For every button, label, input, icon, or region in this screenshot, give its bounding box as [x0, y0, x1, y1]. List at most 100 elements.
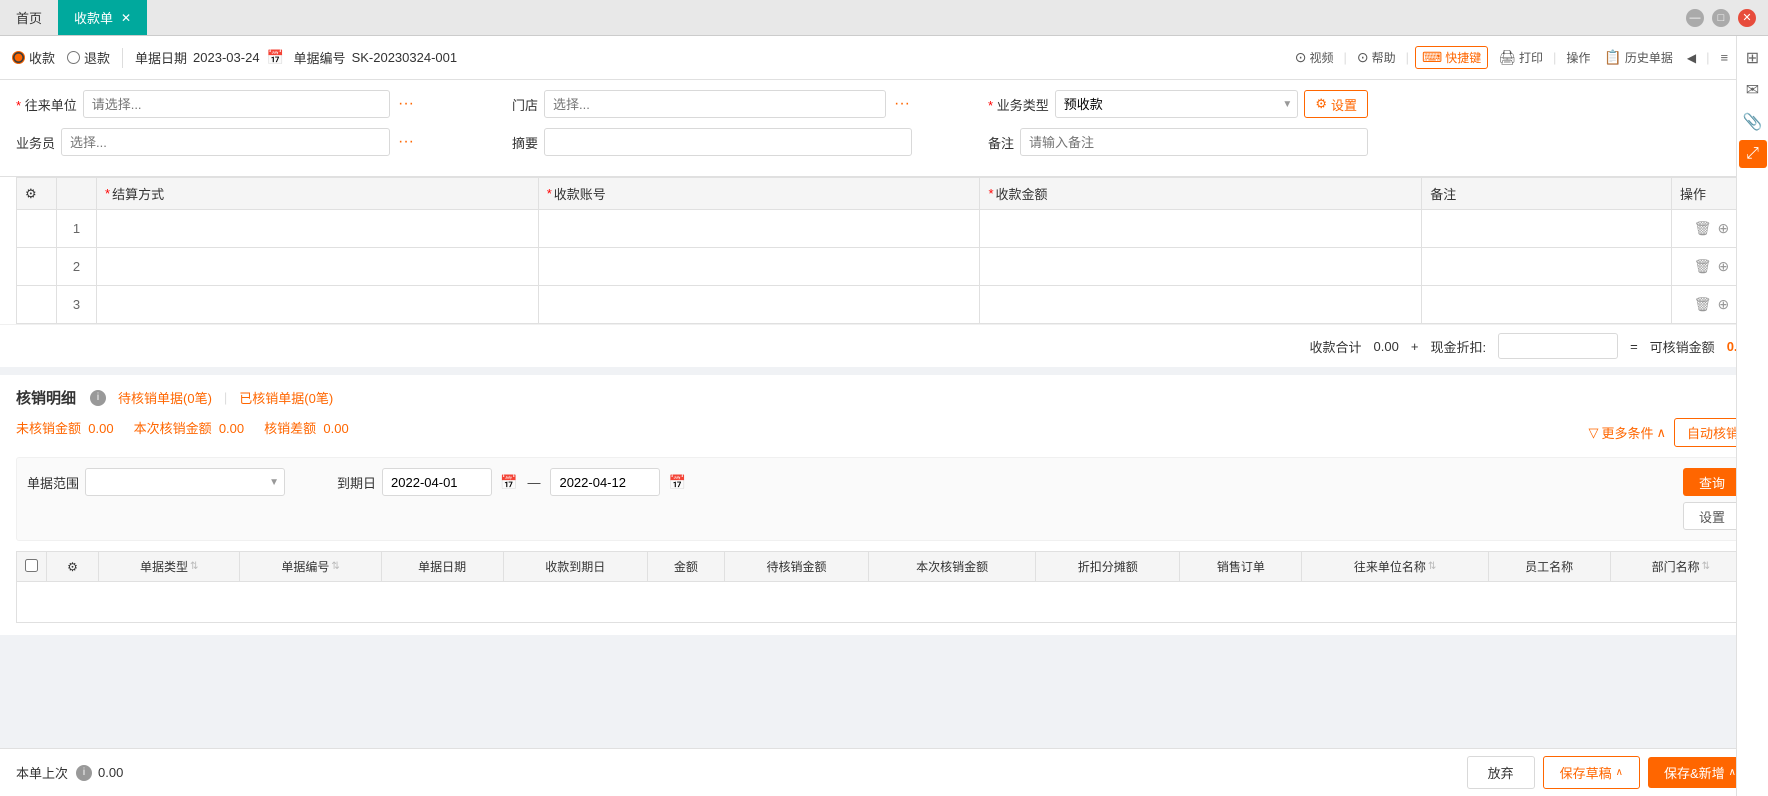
- tab-receipt[interactable]: 收款单 ✕: [58, 0, 147, 35]
- shop-input[interactable]: [544, 90, 886, 118]
- sort-icon-doc-num[interactable]: ⇅: [331, 561, 339, 572]
- video-button[interactable]: ⊙ 视频: [1291, 47, 1338, 68]
- select-all-checkbox[interactable]: [25, 559, 38, 572]
- copy-icon[interactable]: ⊕: [1718, 296, 1730, 313]
- tab-home[interactable]: 首页: [0, 0, 58, 35]
- shortcut-button[interactable]: ⌨ 快捷键: [1415, 46, 1488, 69]
- sidebar-mail-icon[interactable]: ✉: [1739, 76, 1767, 104]
- tab-close-icon[interactable]: ✕: [121, 11, 131, 25]
- settings-button[interactable]: ⚙ 设置: [1304, 90, 1368, 118]
- sidebar-attachment-icon[interactable]: 📎: [1739, 108, 1767, 136]
- col-doc-num: 单据编号⇅: [240, 552, 381, 582]
- verify-filter-row: 单据范围 ▼ 到期日 📅 — 📅: [27, 468, 1667, 496]
- sort-icon-dept[interactable]: ⇅: [1702, 561, 1710, 572]
- sep1: |: [1343, 50, 1346, 65]
- filter-settings-button[interactable]: 设置: [1683, 502, 1741, 530]
- list-view-button[interactable]: ≡: [1716, 48, 1734, 67]
- gear-icon: ⚙: [1315, 96, 1327, 112]
- video-icon: ⊙: [1295, 49, 1307, 66]
- calendar-to-icon[interactable]: 📅: [668, 474, 685, 491]
- amount-cell[interactable]: [980, 286, 1422, 324]
- operation-button[interactable]: 操作: [1562, 47, 1594, 68]
- row-num-cell: 2: [57, 248, 97, 286]
- settings-icon: ⚙: [25, 186, 37, 201]
- footer-info-icon[interactable]: i: [76, 765, 92, 781]
- bottom-table-container: ⚙ 单据类型⇅ 单据编号⇅ 单据日期 收款到期日 金额: [16, 551, 1752, 623]
- verify-title: 核销明细: [16, 387, 76, 408]
- amount-cell[interactable]: [980, 210, 1422, 248]
- table-row: 3 🗑 ⊕: [17, 286, 1752, 324]
- col-settings-bottom[interactable]: ⚙: [47, 552, 99, 582]
- sort-icon-counterpart[interactable]: ⇅: [1428, 561, 1436, 572]
- minimize-button[interactable]: —: [1686, 9, 1704, 27]
- col-due-date: 收款到期日: [503, 552, 647, 582]
- total-value: 0.00: [1374, 339, 1399, 354]
- tab-bar: 首页 收款单 ✕ — □ ✕: [0, 0, 1768, 36]
- window-close-button[interactable]: ✕: [1738, 9, 1756, 27]
- range-select[interactable]: [85, 468, 285, 496]
- print-button[interactable]: 🖨 打印: [1494, 47, 1547, 68]
- save-draft-button[interactable]: 保存草稿 ∧: [1543, 756, 1640, 789]
- note-input[interactable]: [1020, 128, 1368, 156]
- due-date-field: 到期日 📅 — 📅: [337, 468, 686, 496]
- more-conditions-button[interactable]: ▽ 更多条件 ∧: [1588, 423, 1666, 442]
- delete-icon[interactable]: 🗑: [1694, 220, 1712, 237]
- receipt-radio[interactable]: 收款: [12, 48, 55, 67]
- verify-tab-divider: |: [224, 390, 227, 405]
- chevron-up-icon: ∧: [1656, 425, 1666, 441]
- col-current-verify: 本次核销金额: [869, 552, 1036, 582]
- sort-icon-doc-type[interactable]: ⇅: [190, 561, 198, 572]
- col-doc-date: 单据日期: [381, 552, 503, 582]
- calendar-from-icon[interactable]: 📅: [500, 474, 517, 491]
- business-type-select[interactable]: 预收款: [1055, 90, 1299, 118]
- shop-more-button[interactable]: ···: [892, 95, 912, 113]
- sep3: |: [1553, 50, 1556, 65]
- due-date-to-input[interactable]: [550, 468, 660, 496]
- due-date-from-input[interactable]: [382, 468, 492, 496]
- maximize-button[interactable]: □: [1712, 9, 1730, 27]
- footer-left: 本单上次 i 0.00: [16, 763, 123, 782]
- counterpart-more-button[interactable]: ···: [396, 95, 416, 113]
- discount-input[interactable]: [1498, 333, 1618, 359]
- settlement-cell[interactable]: [97, 248, 539, 286]
- col-account-header: * 收款账号: [538, 178, 980, 210]
- history-button[interactable]: 📋 历史单据: [1600, 47, 1676, 68]
- query-button[interactable]: 查询: [1683, 468, 1741, 496]
- staff-more-button[interactable]: ···: [396, 133, 416, 151]
- save-draft-arrow-icon: ∧: [1616, 767, 1623, 778]
- summary-input[interactable]: [544, 128, 912, 156]
- staff-input[interactable]: [61, 128, 390, 156]
- counterpart-input[interactable]: [83, 90, 390, 118]
- verify-info-icon[interactable]: i: [90, 390, 106, 406]
- calendar-icon[interactable]: 📅: [266, 48, 286, 68]
- col-counterpart: 往来单位名称⇅: [1302, 552, 1488, 582]
- col-settings-header[interactable]: ⚙: [17, 178, 57, 210]
- row-settings-cell: [17, 286, 57, 324]
- settlement-cell[interactable]: [97, 210, 539, 248]
- sidebar-table-icon[interactable]: ⊞: [1739, 44, 1767, 72]
- done-tab[interactable]: 已核销单据(0笔): [239, 388, 333, 407]
- copy-icon[interactable]: ⊕: [1718, 220, 1730, 237]
- discard-button[interactable]: 放弃: [1467, 756, 1535, 789]
- help-button[interactable]: ⊙ 帮助: [1353, 47, 1400, 68]
- help-icon: ⊙: [1357, 49, 1369, 66]
- account-cell[interactable]: [538, 286, 980, 324]
- account-cell[interactable]: [538, 248, 980, 286]
- row-num-cell: 3: [57, 286, 97, 324]
- note-cell[interactable]: [1422, 210, 1672, 248]
- delete-icon[interactable]: 🗑: [1694, 296, 1712, 313]
- copy-icon[interactable]: ⊕: [1718, 258, 1730, 275]
- settlement-cell[interactable]: [97, 286, 539, 324]
- note-cell[interactable]: [1422, 286, 1672, 324]
- sep4: |: [1706, 50, 1709, 65]
- amount-cell[interactable]: [980, 248, 1422, 286]
- refund-radio[interactable]: 退款: [67, 48, 110, 67]
- note-cell[interactable]: [1422, 248, 1672, 286]
- delete-icon[interactable]: 🗑: [1694, 258, 1712, 275]
- prev-button[interactable]: ◀: [1683, 49, 1700, 67]
- pending-tab[interactable]: 待核销单据(0笔): [118, 388, 212, 407]
- account-cell[interactable]: [538, 210, 980, 248]
- col-note-header: 备注: [1422, 178, 1672, 210]
- range-select-wrap: ▼: [85, 468, 285, 496]
- sidebar-expand-icon[interactable]: ⤢: [1739, 140, 1767, 168]
